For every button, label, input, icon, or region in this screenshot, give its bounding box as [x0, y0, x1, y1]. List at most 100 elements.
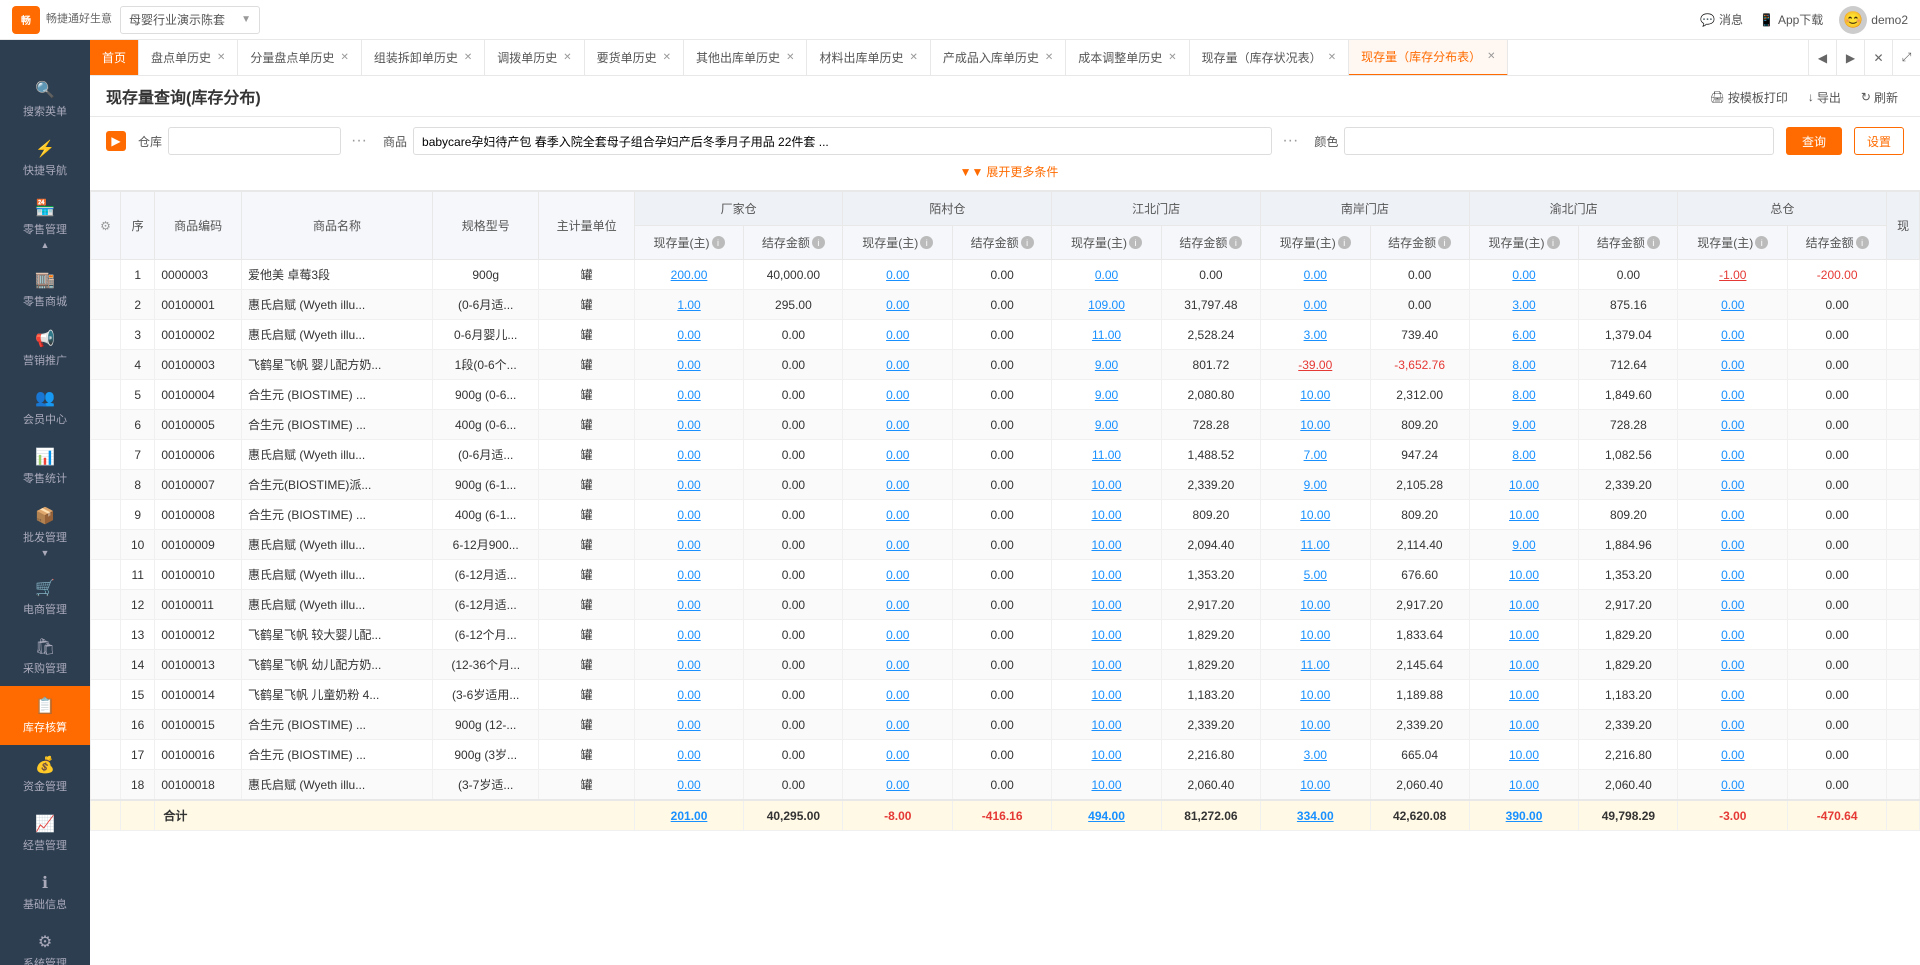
td-factory-qty[interactable]: 0.00 [634, 650, 744, 680]
tab-material-out-close[interactable]: ✕ [909, 52, 917, 63]
td-factory-qty[interactable]: 0.00 [634, 710, 744, 740]
td-zongcang-qty[interactable]: 0.00 [1678, 350, 1788, 380]
td-mucun-qty[interactable]: 0.00 [843, 710, 953, 740]
td-total-yubei-qty[interactable]: 390.00 [1469, 800, 1579, 831]
td-jiangbei-qty[interactable]: 10.00 [1052, 770, 1162, 801]
sidebar-item-finance[interactable]: 💰 资金管理 [0, 745, 90, 804]
tab-inventory-check-close[interactable]: ✕ [217, 52, 225, 63]
warehouse-input[interactable] [168, 127, 341, 155]
td-jiangbei-qty[interactable]: 10.00 [1052, 650, 1162, 680]
td-mucun-qty[interactable]: 0.00 [843, 680, 953, 710]
td-factory-qty[interactable]: 0.00 [634, 680, 744, 710]
setting-btn[interactable]: 设置 [1854, 127, 1904, 155]
sidebar-item-retail-mgmt[interactable]: 🏪 零售管理 ▲ [0, 188, 90, 260]
tab-inventory-check[interactable]: 盘点单历史 ✕ [139, 40, 238, 76]
message-btn[interactable]: 💬 消息 [1700, 11, 1743, 28]
td-factory-qty[interactable]: 200.00 [634, 260, 744, 290]
factory-amt-info-icon[interactable]: i [812, 236, 825, 249]
td-nanan-qty[interactable]: 10.00 [1260, 380, 1370, 410]
td-total-mucun-qty[interactable]: -8.00 [843, 800, 953, 831]
td-zongcang-qty[interactable]: 0.00 [1678, 290, 1788, 320]
td-factory-qty[interactable]: 0.00 [634, 620, 744, 650]
td-zongcang-qty[interactable]: 0.00 [1678, 320, 1788, 350]
sidebar-item-retail-stats[interactable]: 📊 零售统计 [0, 437, 90, 496]
td-zongcang-qty[interactable]: 0.00 [1678, 650, 1788, 680]
td-yubei-qty[interactable]: 10.00 [1469, 620, 1579, 650]
sidebar-item-nav[interactable]: ⚡ 快捷导航 [0, 129, 90, 188]
gear-icon[interactable]: ⚙ [100, 219, 111, 233]
td-mucun-qty[interactable]: 0.00 [843, 470, 953, 500]
td-nanan-qty[interactable]: 10.00 [1260, 620, 1370, 650]
td-jiangbei-qty[interactable]: 10.00 [1052, 500, 1162, 530]
td-yubei-qty[interactable]: 8.00 [1469, 350, 1579, 380]
refresh-btn[interactable]: ↻ 刷新 [1855, 86, 1904, 109]
td-mucun-qty[interactable]: 0.00 [843, 590, 953, 620]
tab-stock-dist-close[interactable]: ✕ [1487, 51, 1495, 62]
td-jiangbei-qty[interactable]: 10.00 [1052, 530, 1162, 560]
warehouse-dots-btn[interactable]: ··· [347, 132, 371, 150]
tab-nav-prev[interactable]: ◀ [1808, 40, 1836, 76]
td-zongcang-qty[interactable]: 0.00 [1678, 740, 1788, 770]
sidebar-item-system[interactable]: ⚙ 系统管理 [0, 922, 90, 965]
sidebar-item-purchase[interactable]: 🛍 采购管理 [0, 627, 90, 686]
expand-toggle-btn[interactable]: ▶ [106, 131, 126, 151]
td-zongcang-qty[interactable]: 0.00 [1678, 500, 1788, 530]
td-nanan-qty[interactable]: 10.00 [1260, 590, 1370, 620]
td-factory-qty[interactable]: 0.00 [634, 320, 744, 350]
tab-stock-dist[interactable]: 现存量（库存分布表） ✕ [1349, 40, 1508, 76]
tab-assembly[interactable]: 组装拆卸单历史 ✕ [362, 40, 485, 76]
export-btn[interactable]: ↓ 导出 [1802, 86, 1847, 109]
td-zongcang-qty[interactable]: -1.00 [1678, 260, 1788, 290]
td-mucun-qty[interactable]: 0.00 [843, 410, 953, 440]
zongcang-amt-info-icon[interactable]: i [1856, 236, 1869, 249]
td-yubei-qty[interactable]: 10.00 [1469, 560, 1579, 590]
td-mucun-qty[interactable]: 0.00 [843, 380, 953, 410]
zongcang-qty-info-icon[interactable]: i [1755, 236, 1768, 249]
td-nanan-qty[interactable]: 10.00 [1260, 500, 1370, 530]
td-yubei-qty[interactable]: 9.00 [1469, 530, 1579, 560]
td-jiangbei-qty[interactable]: 0.00 [1052, 260, 1162, 290]
td-mucun-qty[interactable]: 0.00 [843, 770, 953, 801]
tab-assembly-close[interactable]: ✕ [464, 52, 472, 63]
sidebar-item-marketing[interactable]: 📢 营销推广 [0, 319, 90, 378]
tab-partial-check-close[interactable]: ✕ [340, 52, 348, 63]
td-jiangbei-qty[interactable]: 9.00 [1052, 410, 1162, 440]
td-total-jiangbei-qty[interactable]: 494.00 [1052, 800, 1162, 831]
td-jiangbei-qty[interactable]: 10.00 [1052, 470, 1162, 500]
td-mucun-qty[interactable]: 0.00 [843, 620, 953, 650]
td-factory-qty[interactable]: 0.00 [634, 530, 744, 560]
td-yubei-qty[interactable]: 10.00 [1469, 710, 1579, 740]
goods-input[interactable] [413, 127, 1272, 155]
tab-partial-check[interactable]: 分量盘点单历史 ✕ [238, 40, 361, 76]
sidebar-item-search[interactable]: 🔍 搜索英单 [0, 70, 90, 129]
td-factory-qty[interactable]: 0.00 [634, 470, 744, 500]
td-nanan-qty[interactable]: 9.00 [1260, 470, 1370, 500]
td-jiangbei-qty[interactable]: 10.00 [1052, 590, 1162, 620]
tab-outbound[interactable]: 其他出库单历史 ✕ [684, 40, 807, 76]
td-yubei-qty[interactable]: 10.00 [1469, 650, 1579, 680]
td-zongcang-qty[interactable]: 0.00 [1678, 680, 1788, 710]
td-nanan-qty[interactable]: 11.00 [1260, 650, 1370, 680]
td-factory-qty[interactable]: 0.00 [634, 740, 744, 770]
sidebar-item-inventory[interactable]: 📋 库存核算 [0, 686, 90, 745]
td-zongcang-qty[interactable]: 0.00 [1678, 710, 1788, 740]
td-factory-qty[interactable]: 0.00 [634, 500, 744, 530]
tab-nav-next[interactable]: ▶ [1836, 40, 1864, 76]
td-nanan-qty[interactable]: 3.00 [1260, 740, 1370, 770]
td-factory-qty[interactable]: 0.00 [634, 410, 744, 440]
tab-stock-status[interactable]: 现存量（库存状况表） ✕ [1190, 40, 1349, 76]
tab-cost-adjust-close[interactable]: ✕ [1168, 52, 1176, 63]
td-nanan-qty[interactable]: 3.00 [1260, 320, 1370, 350]
mucun-amt-info-icon[interactable]: i [1021, 236, 1034, 249]
td-yubei-qty[interactable]: 6.00 [1469, 320, 1579, 350]
td-nanan-qty[interactable]: 0.00 [1260, 260, 1370, 290]
td-factory-qty[interactable]: 0.00 [634, 590, 744, 620]
td-yubei-qty[interactable]: 10.00 [1469, 500, 1579, 530]
td-jiangbei-qty[interactable]: 10.00 [1052, 620, 1162, 650]
td-factory-qty[interactable]: 1.00 [634, 290, 744, 320]
yubei-amt-info-icon[interactable]: i [1647, 236, 1660, 249]
td-yubei-qty[interactable]: 10.00 [1469, 590, 1579, 620]
app-download-btn[interactable]: 📱 App下载 [1759, 11, 1823, 28]
td-mucun-qty[interactable]: 0.00 [843, 350, 953, 380]
td-mucun-qty[interactable]: 0.00 [843, 560, 953, 590]
